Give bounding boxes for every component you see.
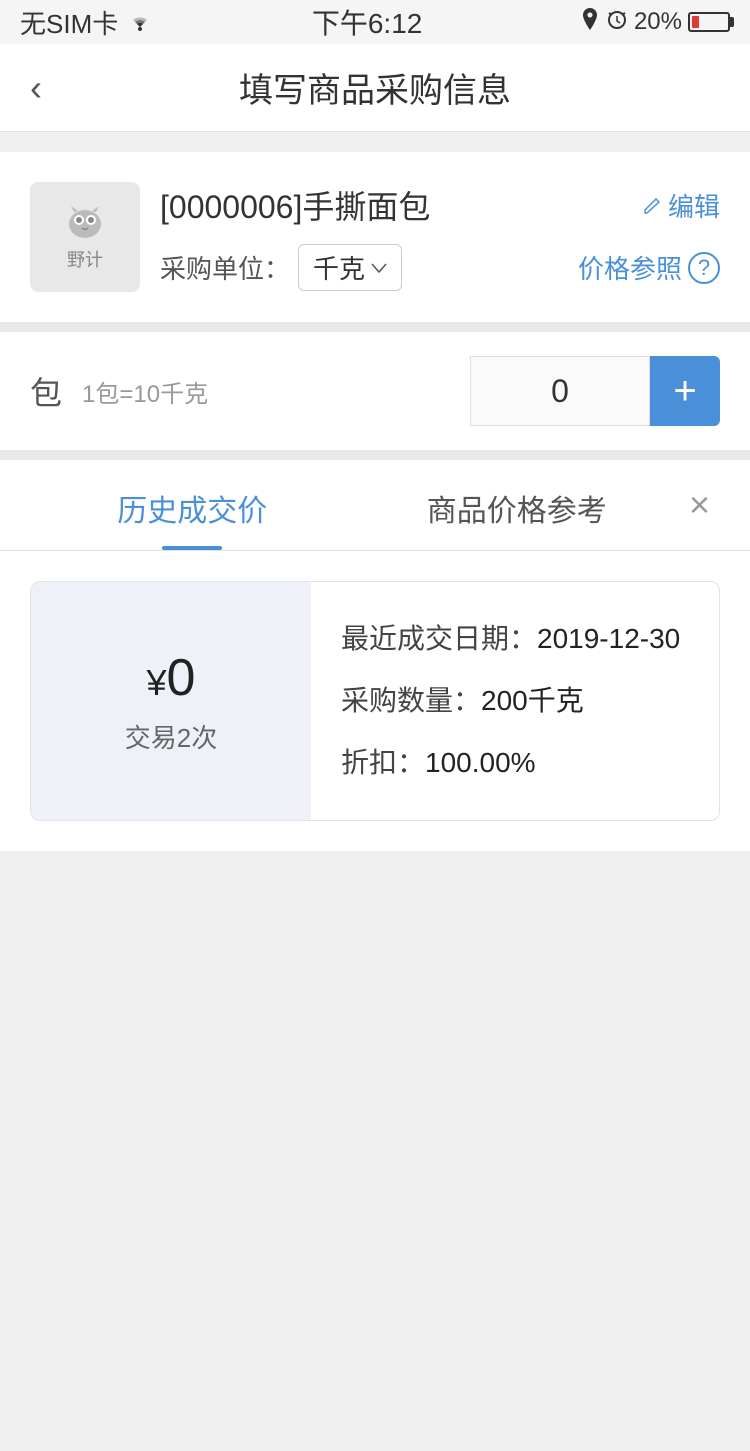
battery-icon (688, 12, 730, 32)
status-right: 20% (580, 8, 730, 37)
tab-price-ref[interactable]: 商品价格参考 (354, 460, 678, 550)
quantity-row: 包 1包=10千克 + (0, 332, 750, 450)
page-title: 填写商品采购信息 (239, 63, 511, 112)
quantity-input-wrap: + (470, 356, 720, 426)
location-icon (580, 8, 600, 37)
unit-badge: 包 (30, 368, 62, 414)
product-thumbnail: 野计 (30, 182, 140, 292)
unit-label: 采购单位： (160, 249, 290, 286)
price-detail-date: 最近成交日期：2019-12-30 (341, 618, 689, 660)
product-name: [0000006]手撕面包 (160, 182, 430, 228)
unit-convert: 1包=10千克 (82, 374, 470, 409)
nav-bar: ‹ 填写商品采购信息 (0, 44, 750, 132)
bottom-area (0, 851, 750, 1451)
divider-1 (0, 322, 750, 332)
back-button[interactable]: ‹ (20, 57, 52, 119)
price-card: ¥0 交易2次 最近成交日期：2019-12-30 采购数量：200千克 折扣：… (30, 581, 720, 821)
tabs-section: 历史成交价 商品价格参考 × ¥0 交易2次 最近成交日期：2019-12-30… (0, 460, 750, 851)
quantity-input[interactable] (470, 356, 650, 426)
product-info: [0000006]手撕面包 编辑 采购单位： 千克 价格参照 (160, 182, 720, 291)
battery-label: 20% (634, 8, 682, 36)
price-amount: ¥0 (147, 648, 196, 708)
status-time: 下午6:12 (312, 2, 423, 42)
price-detail-discount: 折扣：100.00% (341, 742, 689, 784)
edit-button[interactable]: 编辑 (642, 187, 720, 224)
price-left: ¥0 交易2次 (31, 582, 311, 820)
tabs-header: 历史成交价 商品价格参考 × (0, 460, 750, 551)
thumbnail-logo: 野计 (67, 246, 103, 272)
price-detail-quantity: 采购数量：200千克 (341, 680, 689, 722)
price-right: 最近成交日期：2019-12-30 采购数量：200千克 折扣：100.00% (311, 582, 719, 820)
unit-select[interactable]: 千克 (298, 244, 402, 291)
tab-history-price[interactable]: 历史成交价 (30, 460, 354, 550)
currency-symbol: ¥ (147, 662, 167, 703)
alarm-icon (606, 8, 628, 37)
wifi-icon (126, 7, 154, 38)
quantity-plus-button[interactable]: + (650, 356, 720, 426)
tab-close-button[interactable]: × (679, 464, 720, 546)
status-left: 无SIM卡 (20, 4, 154, 41)
price-ref-button[interactable]: 价格参照 ? (578, 249, 720, 286)
divider-2 (0, 450, 750, 460)
product-section: 野计 [0000006]手撕面包 编辑 采购单位： 千克 (0, 152, 750, 322)
price-card-area: ¥0 交易2次 最近成交日期：2019-12-30 采购数量：200千克 折扣：… (0, 551, 750, 851)
network-label: 无SIM卡 (20, 4, 118, 41)
price-trades: 交易2次 (125, 718, 217, 755)
price-ref-icon: ? (688, 252, 720, 284)
status-bar: 无SIM卡 下午6:12 20% (0, 0, 750, 44)
